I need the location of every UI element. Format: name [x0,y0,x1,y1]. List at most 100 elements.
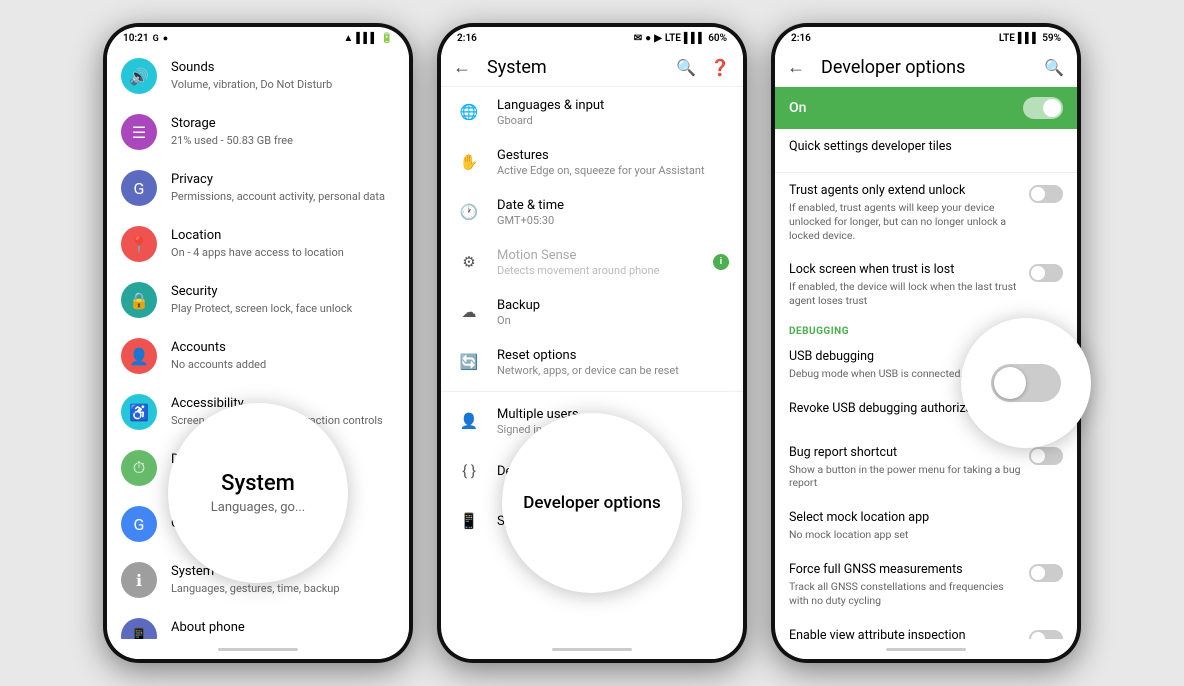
force-gnss-toggle[interactable] [1029,564,1063,582]
bug-report-toggle-knob [1031,449,1045,463]
home-bar-3 [886,648,966,651]
status-bar-3: 2:16 LTE ▌▌▌ 59% [775,27,1077,48]
mock-location-subtitle: No mock location app set [789,528,1063,542]
gestures-subtitle: Active Edge on, squeeze for your Assista… [497,164,729,177]
home-indicator-1 [107,639,409,659]
system-screen-title: System [487,57,675,78]
trust-agents-toggle-knob [1031,187,1045,201]
system-circle-overlay: System Languages, go... [168,403,348,583]
system-subtitle: Languages, gestures, time, backup [171,582,395,596]
system-circle-sub: Languages, go... [211,500,305,515]
battery-icon-1: 🔋 [381,33,393,44]
settings-item-privacy[interactable]: G Privacy Permissions, account activity,… [107,160,409,216]
about-phone-text: About phone Pixel 4 XL [171,620,395,639]
dev-on-label: On [789,100,806,116]
back-button-2[interactable]: ← [453,57,471,78]
phone-2: 2:16 ✉ ● ▶ LTE ▌▌▌ 60% ← System 🔍 ❓ 🌐 [437,23,747,663]
location-text: Location On - 4 apps have access to loca… [171,228,395,260]
languages-title: Languages & input [497,98,729,113]
accounts-subtitle: No accounts added [171,358,395,372]
system-update-icon: 📱 [455,507,483,535]
developer-circle-title: Developer options [523,493,660,513]
trust-agents-text: Trust agents only extend unlock If enabl… [789,183,1021,242]
developer-circle-overlay: Developer options [502,413,682,593]
motion-sense-icon: ⚙ [455,248,483,276]
settings-item-sounds[interactable]: 🔊 Sounds Volume, vibration, Do Not Distu… [107,48,409,104]
motion-sense-title: Motion Sense [497,248,713,263]
trust-agents-subtitle: If enabled, trust agents will keep your … [789,201,1021,242]
privacy-text: Privacy Permissions, account activity, p… [171,172,395,204]
backup-icon: ☁ [455,298,483,326]
system-item-languages[interactable]: 🌐 Languages & input Gboard [441,87,743,137]
system-icon: ℹ [121,562,157,598]
status-right-3: LTE ▌▌▌ 59% [999,33,1061,44]
google-icon-status: G [153,34,159,44]
home-indicator-3 [775,639,1077,659]
dev-item-force-gnss[interactable]: Force full GNSS measurements Track all G… [775,552,1077,618]
app-bar-3: ← Developer options 🔍 [775,48,1077,87]
time-1: 10:21 [123,33,149,44]
back-button-3[interactable]: ← [787,57,805,78]
dev-item-quick-settings[interactable]: Quick settings developer tiles [775,129,1077,173]
status-right-2: ✉ ● ▶ LTE ▌▌▌ 60% [634,33,727,44]
system-item-backup[interactable]: ☁ Backup On [441,287,743,337]
lock-screen-trust-subtitle: If enabled, the device will lock when th… [789,280,1021,307]
dev-on-toggle[interactable] [1023,97,1063,119]
settings-item-security[interactable]: 🔒 Security Play Protect, screen lock, fa… [107,272,409,328]
reset-title: Reset options [497,348,729,363]
bug-report-title: Bug report shortcut [789,445,1021,461]
trust-agents-toggle[interactable] [1029,185,1063,203]
dev-item-trust-agents[interactable]: Trust agents only extend unlock If enabl… [775,173,1077,252]
lock-screen-trust-toggle-knob [1031,266,1045,280]
view-attribute-toggle[interactable] [1029,630,1063,639]
force-gnss-subtitle: Track all GNSS constellations and freque… [789,580,1021,607]
signal-2: ▌▌▌ [684,33,705,44]
dev-item-mock-location[interactable]: Select mock location app No mock locatio… [775,500,1077,552]
battery-3: 59% [1042,33,1061,44]
time-2: 2:16 [457,33,477,44]
dev-item-lock-screen-trust[interactable]: Lock screen when trust is lost If enable… [775,252,1077,318]
settings-item-about-phone[interactable]: 📱 About phone Pixel 4 XL [107,608,409,639]
whatsapp-icon: ● [645,33,651,44]
location-subtitle: On - 4 apps have access to location [171,246,395,260]
wifi-icon-1: ▲ [343,33,353,44]
bug-report-toggle[interactable] [1029,447,1063,465]
dev-item-view-attribute[interactable]: Enable view attribute inspection [775,618,1077,639]
lock-screen-trust-toggle[interactable] [1029,264,1063,282]
settings-item-location[interactable]: 📍 Location On - 4 apps have access to lo… [107,216,409,272]
usb-toggle-big[interactable] [991,364,1061,402]
security-text: Security Play Protect, screen lock, face… [171,284,395,316]
help-button-2[interactable]: ❓ [709,56,731,78]
search-button-2[interactable]: 🔍 [675,56,697,78]
signal-dot-1: ● [163,33,168,44]
view-attribute-title: Enable view attribute inspection [789,628,1021,639]
reset-subtitle: Network, apps, or device can be reset [497,364,729,377]
system-item-reset[interactable]: 🔄 Reset options Network, apps, or device… [441,337,743,387]
sounds-icon: 🔊 [121,58,157,94]
dev-options-screen-title: Developer options [821,57,1043,78]
status-left-1: 10:21 G ● [123,33,168,44]
google-icon: G [121,506,157,542]
settings-item-accounts[interactable]: 👤 Accounts No accounts added [107,328,409,384]
location-icon: 📍 [121,226,157,262]
system-item-gestures[interactable]: ✋ Gestures Active Edge on, squeeze for y… [441,137,743,187]
storage-subtitle: 21% used - 50.83 GB free [171,134,395,148]
system-item-motion-sense[interactable]: ⚙ Motion Sense Detects movement around p… [441,237,743,287]
bug-report-text: Bug report shortcut Show a button in the… [789,445,1021,491]
signal-3: ▌▌▌ [1018,33,1039,44]
about-phone-icon: 📱 [121,618,157,639]
backup-text: Backup On [497,298,729,327]
force-gnss-title: Force full GNSS measurements [789,562,1021,578]
gestures-icon: ✋ [455,148,483,176]
gestures-title: Gestures [497,148,729,163]
system-item-datetime[interactable]: 🕐 Date & time GMT+05:30 [441,187,743,237]
storage-icon: ☰ [121,114,157,150]
app-bar-icons-3: 🔍 [1043,56,1065,78]
privacy-subtitle: Permissions, account activity, personal … [171,190,395,204]
search-button-3[interactable]: 🔍 [1043,56,1065,78]
settings-item-storage[interactable]: ☰ Storage 21% used - 50.83 GB free [107,104,409,160]
security-icon: 🔒 [121,282,157,318]
youtube-icon: ▶ [654,33,662,44]
datetime-icon: 🕐 [455,198,483,226]
backup-title: Backup [497,298,729,313]
